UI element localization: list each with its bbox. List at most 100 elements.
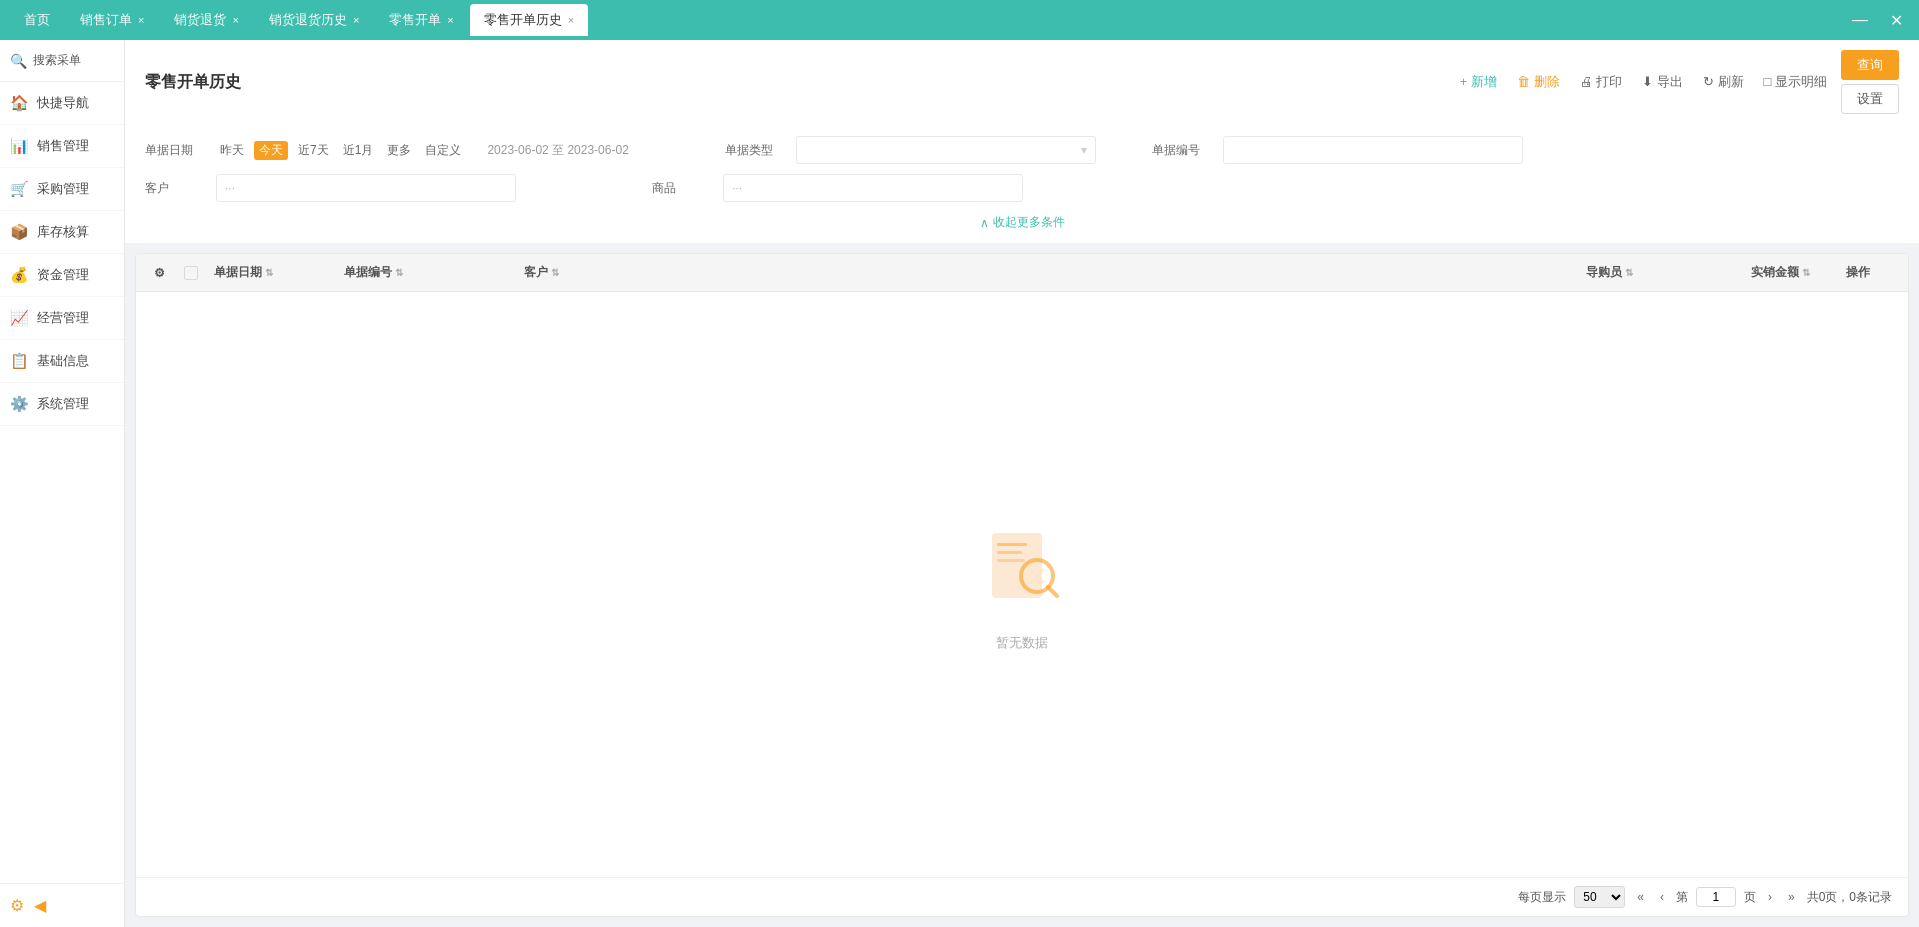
- tab-sales-return-history[interactable]: 销货退货历史 ×: [255, 4, 373, 36]
- tab-sales-order[interactable]: 销售订单 ×: [66, 4, 158, 36]
- date-range: 2023-06-02 至 2023-06-02: [487, 142, 628, 159]
- th-check[interactable]: [176, 266, 206, 280]
- svg-line-5: [1048, 587, 1057, 596]
- close-tab-retail-open[interactable]: ×: [447, 14, 453, 26]
- setting-button[interactable]: 设置: [1841, 84, 1899, 114]
- empty-area: 暂无数据: [136, 292, 1908, 877]
- empty-illustration: [972, 518, 1072, 618]
- th-gear[interactable]: ⚙: [146, 266, 176, 280]
- date-shortcuts: 昨天 今天 近7天 近1月 更多 自定义: [216, 141, 465, 160]
- empty-text: 暂无数据: [996, 634, 1048, 652]
- close-tab-sales-return[interactable]: ×: [232, 14, 238, 26]
- sidebar: 🔍 搜索采单 🏠 快捷导航 📊 销售管理 🛒 采购管理 📦 库存核算 💰 资金管…: [0, 40, 125, 927]
- doc-no-input[interactable]: [1223, 136, 1523, 164]
- goods-label: 商品: [652, 180, 707, 197]
- page-top-inner: 零售开单历史 + 新增 🗑 删除 🖨 打印 ⬇ 导出 ↻ 刷新 □ 显示明细 查…: [125, 40, 1919, 124]
- date-more[interactable]: 更多: [383, 141, 415, 160]
- collapse-icon[interactable]: ◀: [34, 896, 46, 915]
- sort-docno-icon[interactable]: ⇅: [395, 267, 403, 278]
- svg-rect-3: [997, 559, 1025, 562]
- sort-guide-icon[interactable]: ⇅: [1625, 267, 1633, 278]
- collapse-arrow-icon: ∧: [980, 216, 989, 230]
- sort-date-icon[interactable]: ⇅: [265, 267, 273, 278]
- sort-amount-icon[interactable]: ⇅: [1802, 267, 1810, 278]
- sidebar-item-basic-info[interactable]: 📋 基础信息: [0, 340, 124, 383]
- page-last-btn[interactable]: »: [1784, 888, 1799, 906]
- tab-retail-open-history[interactable]: 零售开单历史 ×: [470, 4, 588, 36]
- print-button[interactable]: 🖨 打印: [1574, 69, 1629, 95]
- money-icon: 💰: [10, 266, 29, 284]
- refresh-button[interactable]: ↻ 刷新: [1697, 69, 1750, 95]
- date-7days[interactable]: 近7天: [294, 141, 333, 160]
- export-button[interactable]: ⬇ 导出: [1636, 69, 1689, 95]
- date-yesterday[interactable]: 昨天: [216, 141, 248, 160]
- window-controls: — ✕: [1846, 9, 1909, 32]
- home-icon: 🏠: [10, 94, 29, 112]
- close-btn[interactable]: ✕: [1884, 9, 1909, 32]
- settings-icon[interactable]: ⚙: [10, 896, 24, 915]
- th-docno: 单据编号 ⇅: [336, 264, 516, 281]
- client-input[interactable]: ···: [216, 174, 516, 202]
- th-guide: 导购员 ⇅: [1578, 264, 1698, 281]
- close-tab-sales-return-history[interactable]: ×: [353, 14, 359, 26]
- goods-input[interactable]: ···: [723, 174, 1023, 202]
- toolbar: + 新增 🗑 删除 🖨 打印 ⬇ 导出 ↻ 刷新 □ 显示明细 查询 设置: [1454, 50, 1899, 114]
- collapse-bar[interactable]: ∧ 收起更多条件: [145, 210, 1899, 235]
- table-area: ⚙ 单据日期 ⇅ 单据编号 ⇅ 客户 ⇅ 导购员: [135, 253, 1909, 917]
- date-today[interactable]: 今天: [254, 141, 288, 160]
- page-input[interactable]: [1696, 887, 1736, 907]
- page-prev-btn[interactable]: ‹: [1656, 888, 1668, 906]
- sidebar-item-purchase-mgmt[interactable]: 🛒 采购管理: [0, 168, 124, 211]
- gear-sidebar-icon: ⚙️: [10, 395, 29, 413]
- close-tab-sales-order[interactable]: ×: [138, 14, 144, 26]
- add-button[interactable]: + 新增: [1454, 69, 1503, 95]
- sidebar-item-finance[interactable]: 💰 资金管理: [0, 254, 124, 297]
- page-suffix: 页: [1744, 889, 1756, 906]
- date-1month[interactable]: 近1月: [339, 141, 378, 160]
- table-header: ⚙ 单据日期 ⇅ 单据编号 ⇅ 客户 ⇅ 导购员: [136, 254, 1908, 292]
- page-next-btn[interactable]: ›: [1764, 888, 1776, 906]
- ops-icon: 📈: [10, 309, 29, 327]
- sidebar-item-sales-mgmt[interactable]: 📊 销售管理: [0, 125, 124, 168]
- close-tab-retail-open-history[interactable]: ×: [568, 14, 574, 26]
- th-op: 操作: [1818, 264, 1898, 281]
- sidebar-item-quick-nav[interactable]: 🏠 快捷导航: [0, 82, 124, 125]
- sidebar-search[interactable]: 🔍 搜索采单: [0, 40, 124, 82]
- filter-container: 单据日期 昨天 今天 近7天 近1月 更多 自定义 2023-06-02 至 2…: [125, 124, 1919, 243]
- display-detail-button[interactable]: □ 显示明细: [1758, 69, 1833, 95]
- minimize-btn[interactable]: —: [1846, 9, 1874, 31]
- sidebar-item-ops-mgmt[interactable]: 📈 经营管理: [0, 297, 124, 340]
- cart-icon: 🛒: [10, 180, 29, 198]
- sidebar-item-inventory[interactable]: 📦 库存核算: [0, 211, 124, 254]
- page-title: 零售开单历史: [145, 72, 241, 93]
- page-top-section: 零售开单历史 + 新增 🗑 删除 🖨 打印 ⬇ 导出 ↻ 刷新 □ 显示明细 查…: [125, 40, 1919, 124]
- sort-client-icon[interactable]: ⇅: [551, 267, 559, 278]
- page-first-btn[interactable]: «: [1633, 888, 1648, 906]
- doc-type-select[interactable]: ▾: [796, 136, 1096, 164]
- date-custom[interactable]: 自定义: [421, 141, 465, 160]
- date-label: 单据日期: [145, 142, 200, 159]
- th-client: 客户 ⇅: [516, 264, 1578, 281]
- content: 零售开单历史 + 新增 🗑 删除 🖨 打印 ⬇ 导出 ↻ 刷新 □ 显示明细 查…: [125, 40, 1919, 927]
- svg-rect-1: [997, 543, 1027, 546]
- tab-home[interactable]: 首页: [10, 4, 64, 36]
- tab-retail-open[interactable]: 零售开单 ×: [375, 4, 467, 36]
- header-checkbox[interactable]: [184, 266, 198, 280]
- th-amount: 实销金额 ⇅: [1698, 264, 1818, 281]
- total-text: 共0页，0条记录: [1807, 889, 1892, 906]
- sidebar-bottom: ⚙ ◀: [0, 883, 124, 927]
- th-date: 单据日期 ⇅: [206, 264, 336, 281]
- sidebar-item-sys-mgmt[interactable]: ⚙️ 系统管理: [0, 383, 124, 426]
- delete-button[interactable]: 🗑 删除: [1511, 69, 1566, 95]
- page-label: 第: [1676, 889, 1688, 906]
- svg-rect-0: [992, 533, 1042, 598]
- client-label: 客户: [145, 180, 200, 197]
- main-layout: 🔍 搜索采单 🏠 快捷导航 📊 销售管理 🛒 采购管理 📦 库存核算 💰 资金管…: [0, 40, 1919, 927]
- doc-type-label: 单据类型: [725, 142, 780, 159]
- search-icon: 🔍: [10, 53, 27, 69]
- list-icon: 📋: [10, 352, 29, 370]
- tab-sales-return[interactable]: 销货退货 ×: [160, 4, 252, 36]
- query-button[interactable]: 查询: [1841, 50, 1899, 80]
- top-tabbar: 首页 销售订单 × 销货退货 × 销货退货历史 × 零售开单 × 零售开单历史 …: [0, 0, 1919, 40]
- per-page-select[interactable]: 50 20 100 200: [1574, 886, 1625, 908]
